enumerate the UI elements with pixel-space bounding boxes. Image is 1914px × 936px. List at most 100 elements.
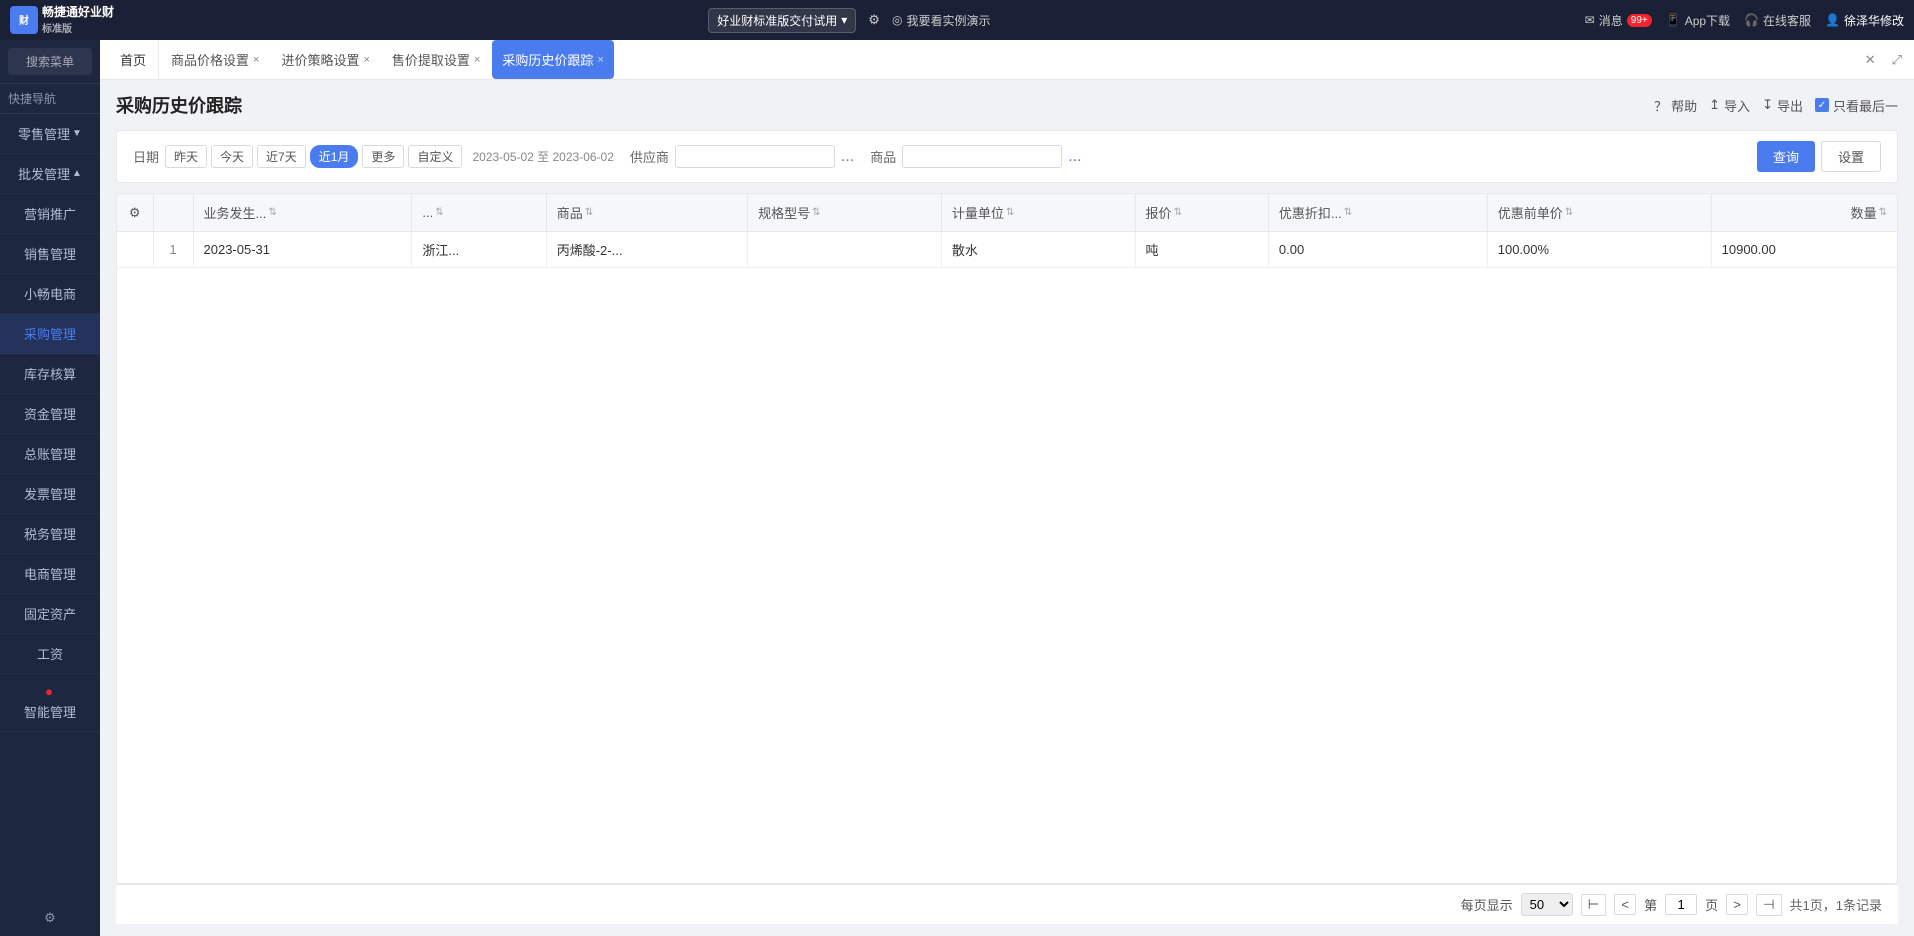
- tab-close-btn[interactable]: ✕: [1861, 48, 1880, 72]
- supplier-input[interactable]: [675, 145, 835, 168]
- close-icon[interactable]: ×: [597, 54, 603, 66]
- page-header: 采购历史价跟踪 ？ 帮助 ↥ 导入 ↧ 导出 ✓: [116, 92, 1898, 118]
- user-menu-btn[interactable]: 👤 徐泽华修改: [1825, 12, 1904, 29]
- col-discount-label: 优惠折扣...: [1279, 203, 1342, 222]
- date-btn-1month[interactable]: 近1月: [310, 145, 359, 168]
- data-table: ⚙ 业务发生... ⇅ ... ⇅: [117, 194, 1897, 268]
- date-btn-today[interactable]: 今天: [211, 145, 253, 168]
- tab-purchase-history-label: 采购历史价跟踪: [502, 50, 593, 69]
- export-btn[interactable]: ↧ 导出: [1762, 96, 1803, 115]
- sidebar-item-finance-label: 资金管理: [24, 404, 76, 423]
- goods-input[interactable]: [902, 145, 1062, 168]
- dot-icon: ●: [45, 684, 53, 699]
- sidebar-item-invoice[interactable]: 发票管理: [0, 474, 100, 514]
- sidebar-item-invoice-label: 发票管理: [24, 484, 76, 503]
- sidebar-item-marketing[interactable]: 营销推广: [0, 194, 100, 234]
- close-icon[interactable]: ×: [474, 54, 480, 66]
- col-unit[interactable]: 计量单位 ⇅: [941, 194, 1135, 232]
- tab-purchase-history[interactable]: 采购历史价跟踪 ×: [492, 40, 613, 79]
- sidebar-item-ai[interactable]: ● 智能管理: [0, 674, 100, 732]
- sidebar-item-finance[interactable]: 资金管理: [0, 394, 100, 434]
- row-index: 1: [153, 232, 193, 268]
- tab-expand-btn[interactable]: ⤢: [1888, 48, 1906, 72]
- sidebar-item-ledger[interactable]: 总账管理: [0, 434, 100, 474]
- col-discount[interactable]: 优惠折扣... ⇅: [1268, 194, 1487, 232]
- col-price[interactable]: 报价 ⇅: [1135, 194, 1268, 232]
- sidebar-item-sales-label: 销售管理: [24, 244, 76, 263]
- sort-icon: ⇅: [268, 207, 276, 218]
- app-name: 畅捷通好业财: [42, 5, 114, 19]
- row-price-unit: 吨: [1135, 232, 1268, 268]
- date-btn-yesterday[interactable]: 昨天: [165, 145, 207, 168]
- query-btn[interactable]: 查询: [1757, 141, 1815, 172]
- pagination-info: 共1页，1条记录: [1790, 895, 1882, 914]
- date-filter-btns: 昨天 今天 近7天 近1月 更多 自定义: [165, 145, 462, 168]
- date-btn-custom[interactable]: 自定义: [408, 145, 462, 168]
- tab-product-price[interactable]: 商品价格设置 ×: [161, 40, 269, 79]
- sidebar-item-ecommerce[interactable]: 电商管理: [0, 554, 100, 594]
- import-label: 导入: [1724, 96, 1750, 115]
- col-qty[interactable]: 数量 ⇅: [1711, 194, 1897, 232]
- next-page-btn[interactable]: >: [1726, 894, 1748, 915]
- app-download-label: App下载: [1685, 12, 1730, 29]
- prev-page-btn[interactable]: <: [1614, 894, 1636, 915]
- col-settings[interactable]: ⚙: [117, 194, 153, 232]
- sidebar-item-purchase[interactable]: 采购管理: [0, 314, 100, 354]
- row-quoted-price: 0.00: [1268, 232, 1487, 268]
- table-header: ⚙ 业务发生... ⇅ ... ⇅: [117, 194, 1897, 232]
- goods-filter-group: 商品 ...: [870, 145, 1081, 168]
- only-last-checkbox[interactable]: ✓ 只看最后一: [1815, 96, 1898, 115]
- tab-home[interactable]: 首页: [108, 40, 159, 79]
- date-btn-more[interactable]: 更多: [362, 145, 404, 168]
- sidebar-item-retail[interactable]: 零售管理 ▼: [0, 114, 100, 154]
- sidebar-item-wholesale[interactable]: 批发管理 ▲: [0, 154, 100, 194]
- message-btn[interactable]: ✉ 消息 99+: [1585, 12, 1652, 29]
- col-orig-price[interactable]: 优惠前单价 ⇅: [1487, 194, 1711, 232]
- app-download-btn[interactable]: 📱 App下载: [1666, 12, 1730, 29]
- sidebar-quicknav-btn[interactable]: 快捷导航: [0, 84, 100, 114]
- help-btn[interactable]: ？ 帮助: [1654, 96, 1697, 115]
- version-selector[interactable]: 好业财标准版交付试用 ▾: [708, 8, 856, 33]
- tab-sale-price[interactable]: 售价提取设置 ×: [382, 40, 490, 79]
- sidebar-item-ecommerce-small[interactable]: 小畅电商: [0, 274, 100, 314]
- import-btn[interactable]: ↥ 导入: [1709, 96, 1750, 115]
- col-date[interactable]: 业务发生... ⇅: [193, 194, 412, 232]
- sidebar-item-tax[interactable]: 税务管理: [0, 514, 100, 554]
- online-service-btn[interactable]: 🎧 在线客服: [1744, 12, 1811, 29]
- page-content: 采购历史价跟踪 ？ 帮助 ↥ 导入 ↧ 导出 ✓: [100, 80, 1914, 936]
- col-goods[interactable]: 商品 ⇅: [546, 194, 747, 232]
- row-spec: [748, 232, 942, 268]
- tab-bar: 首页 商品价格设置 × 进价策略设置 × 售价提取设置 × 采购历史价跟踪 × …: [100, 40, 1914, 80]
- tab-purchase-strategy[interactable]: 进价策略设置 ×: [271, 40, 379, 79]
- close-icon[interactable]: ×: [253, 54, 259, 66]
- close-icon[interactable]: ×: [363, 54, 369, 66]
- sort-icon: ⇅: [1006, 207, 1014, 218]
- topbar-right: ✉ 消息 99+ 📱 App下载 🎧 在线客服 👤 徐泽华修改: [1585, 12, 1904, 29]
- goods-dots[interactable]: ...: [1068, 148, 1081, 166]
- chevron-down-icon: ▾: [841, 13, 847, 27]
- page-size-select[interactable]: 50 100 200: [1521, 893, 1573, 916]
- date-filter-label: 日期: [133, 147, 159, 166]
- page-num-input[interactable]: [1665, 894, 1697, 915]
- row-settings-btn[interactable]: [117, 232, 153, 268]
- col-spec[interactable]: 规格型号 ⇅: [748, 194, 942, 232]
- sidebar-item-sales[interactable]: 销售管理: [0, 234, 100, 274]
- first-page-btn[interactable]: ⊢: [1581, 894, 1607, 916]
- filter-settings-btn[interactable]: 设置: [1821, 141, 1881, 172]
- sidebar-item-inventory[interactable]: 库存核算: [0, 354, 100, 394]
- supplier-dots[interactable]: ...: [841, 148, 854, 166]
- filter-bar: 日期 昨天 今天 近7天 近1月 更多 自定义 2023-05-02 至 202…: [116, 130, 1898, 183]
- help-label: 帮助: [1671, 96, 1697, 115]
- col-more[interactable]: ... ⇅: [412, 194, 546, 232]
- search-menu-btn[interactable]: 搜索菜单: [8, 48, 92, 75]
- sidebar-item-fixed-assets[interactable]: 固定资产: [0, 594, 100, 634]
- sidebar-gear-btn[interactable]: ⚙: [0, 900, 100, 936]
- last-page-btn[interactable]: ⊣: [1756, 894, 1782, 916]
- sidebar-item-payroll[interactable]: 工资: [0, 634, 100, 674]
- settings-icon-btn[interactable]: ⚙: [864, 8, 884, 32]
- sidebar-item-ecommerce-label: 电商管理: [24, 564, 76, 583]
- demo-btn[interactable]: ◎ 我要看实例演示: [892, 12, 991, 29]
- row-discount: 100.00%: [1487, 232, 1711, 268]
- demo-label: 我要看实例演示: [906, 12, 990, 29]
- date-btn-7days[interactable]: 近7天: [257, 145, 306, 168]
